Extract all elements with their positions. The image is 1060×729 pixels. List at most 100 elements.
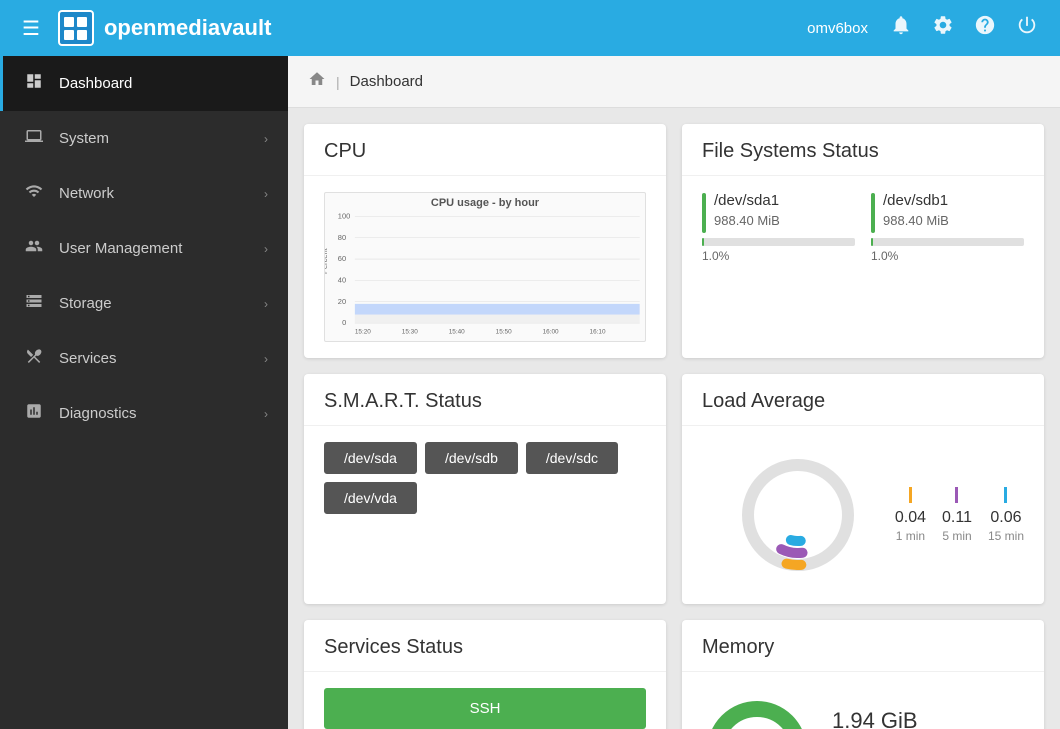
app-logo: openmediavault <box>58 10 271 46</box>
load-gauge-svg <box>702 450 895 580</box>
load-1min-label: 1 min <box>896 529 925 543</box>
hostname: omv6box <box>807 20 868 37</box>
smart-btn-sda[interactable]: /dev/sda <box>324 442 417 474</box>
network-icon <box>23 182 45 205</box>
fs-bar-fill-sda1 <box>702 238 704 246</box>
smart-device-buttons: /dev/sda /dev/sdb /dev/sdc /dev/vda <box>324 442 646 514</box>
app-title: openmediavault <box>104 15 271 41</box>
help-button[interactable] <box>968 8 1002 48</box>
sidebar-item-storage[interactable]: Storage › <box>0 276 288 331</box>
smart-btn-sdc[interactable]: /dev/sdc <box>526 442 618 474</box>
hamburger-button[interactable]: ☰ <box>16 10 46 47</box>
smart-btn-sdb[interactable]: /dev/sdb <box>425 442 518 474</box>
memory-card-body: 1.94 GiB Total 275.59 MiB 14% <box>682 672 1044 729</box>
fs-bar-bg-sda1 <box>702 238 855 246</box>
sidebar-dashboard-label: Dashboard <box>59 75 268 92</box>
fs-card-title: File Systems Status <box>682 124 1044 176</box>
diagnostics-chevron: › <box>264 407 268 421</box>
cpu-chart-title: CPU usage - by hour <box>325 193 645 209</box>
breadcrumb-current: Dashboard <box>350 73 423 90</box>
cpu-card-body: CPU usage - by hour 100 80 60 40 20 0 Pe… <box>304 176 666 358</box>
load-15min-label: 15 min <box>988 529 1024 543</box>
load-card-body: 0.04 1 min 0.11 5 min 0.06 <box>682 426 1044 604</box>
fs-percent-sda1: 1.0% <box>702 249 855 263</box>
sidebar-storage-label: Storage <box>59 295 250 312</box>
sidebar-item-network[interactable]: Network › <box>0 166 288 221</box>
sidebar-users-label: User Management <box>59 240 250 257</box>
services-status-body: SSH <box>304 672 666 729</box>
memory-info: 1.94 GiB Total 275.59 MiB 14% <box>832 708 1024 729</box>
load-5min-label: 5 min <box>942 529 971 543</box>
memory-container: 1.94 GiB Total 275.59 MiB 14% <box>702 688 1024 729</box>
load-5min: 0.11 5 min <box>942 487 972 543</box>
fs-card-body: /dev/sda1 988.40 MiB 1.0% <box>682 176 1044 295</box>
fs-name-sdb1: /dev/sdb1 <box>883 192 949 209</box>
sidebar: Dashboard System › Network › User Manage… <box>0 56 288 729</box>
svg-text:15:50: 15:50 <box>496 329 512 336</box>
cpu-chart: CPU usage - by hour 100 80 60 40 20 0 Pe… <box>324 192 646 342</box>
load-15min: 0.06 15 min <box>988 487 1024 543</box>
diagnostics-icon <box>23 402 45 425</box>
sidebar-system-label: System <box>59 130 250 147</box>
topbar-right: omv6box <box>807 8 1044 48</box>
home-icon[interactable] <box>308 70 326 93</box>
load-1min-line <box>909 487 912 503</box>
fs-size-sdb1: 988.40 MiB <box>883 213 949 228</box>
sidebar-network-label: Network <box>59 185 250 202</box>
smart-card-body: /dev/sda /dev/sdb /dev/sdc /dev/vda <box>304 426 666 530</box>
load-1min-value: 0.04 <box>895 509 926 527</box>
logo-icon <box>58 10 94 46</box>
user-management-icon <box>23 237 45 260</box>
svg-text:80: 80 <box>338 233 346 242</box>
fs-card: File Systems Status /dev/sda1 988.40 MiB <box>682 124 1044 358</box>
memory-card-title: Memory <box>682 620 1044 672</box>
content-area: | Dashboard CPU CPU usage - by hour 100 … <box>288 56 1060 729</box>
memory-card: Memory 1.94 GiB Total <box>682 620 1044 729</box>
svg-text:100: 100 <box>338 212 350 221</box>
smart-btn-vda[interactable]: /dev/vda <box>324 482 417 514</box>
breadcrumb: | Dashboard <box>288 56 1060 108</box>
load-values: 0.04 1 min 0.11 5 min 0.06 <box>895 487 1024 543</box>
smart-card-title: S.M.A.R.T. Status <box>304 374 666 426</box>
load-average-card: Load Average <box>682 374 1044 604</box>
notifications-button[interactable] <box>884 8 918 48</box>
svg-text:15:30: 15:30 <box>402 329 418 336</box>
system-icon <box>23 127 45 150</box>
cpu-card: CPU CPU usage - by hour 100 80 60 40 20 … <box>304 124 666 358</box>
sidebar-item-diagnostics[interactable]: Diagnostics › <box>0 386 288 441</box>
dashboard-icon <box>23 72 45 95</box>
sidebar-item-user-management[interactable]: User Management › <box>0 221 288 276</box>
services-status-card: Services Status SSH <box>304 620 666 729</box>
load-15min-line <box>1004 487 1007 503</box>
topbar-left: ☰ openmediavault <box>16 10 271 47</box>
sidebar-item-services[interactable]: Services › <box>0 331 288 386</box>
dashboard-grid: CPU CPU usage - by hour 100 80 60 40 20 … <box>288 108 1060 729</box>
sidebar-item-dashboard[interactable]: Dashboard <box>0 56 288 111</box>
network-chevron: › <box>264 187 268 201</box>
fs-percent-sdb1: 1.0% <box>871 249 1024 263</box>
memory-total-value: 1.94 GiB <box>832 708 1024 729</box>
fs-bar-fill-sdb1 <box>871 238 873 246</box>
svg-text:15:40: 15:40 <box>449 329 465 336</box>
svg-text:0: 0 <box>342 318 346 327</box>
load-5min-line <box>955 487 958 503</box>
topbar: ☰ openmediavault omv6box <box>0 0 1060 56</box>
fs-item-sda1: /dev/sda1 988.40 MiB 1.0% <box>702 192 855 263</box>
sidebar-diagnostics-label: Diagnostics <box>59 405 250 422</box>
load-1min: 0.04 1 min <box>895 487 926 543</box>
storage-chevron: › <box>264 297 268 311</box>
power-button[interactable] <box>1010 8 1044 48</box>
load-card-title: Load Average <box>682 374 1044 426</box>
settings-button[interactable] <box>926 8 960 48</box>
users-chevron: › <box>264 242 268 256</box>
sidebar-item-system[interactable]: System › <box>0 111 288 166</box>
svg-text:60: 60 <box>338 254 346 263</box>
svg-text:40: 40 <box>338 276 346 285</box>
cpu-card-title: CPU <box>304 124 666 176</box>
fs-bar-bg-sdb1 <box>871 238 1024 246</box>
services-icon <box>23 347 45 370</box>
memory-donut-chart <box>702 696 812 729</box>
fs-items-row: /dev/sda1 988.40 MiB 1.0% <box>702 192 1024 279</box>
ssh-service-button[interactable]: SSH <box>324 688 646 729</box>
fs-size-sda1: 988.40 MiB <box>714 213 780 228</box>
